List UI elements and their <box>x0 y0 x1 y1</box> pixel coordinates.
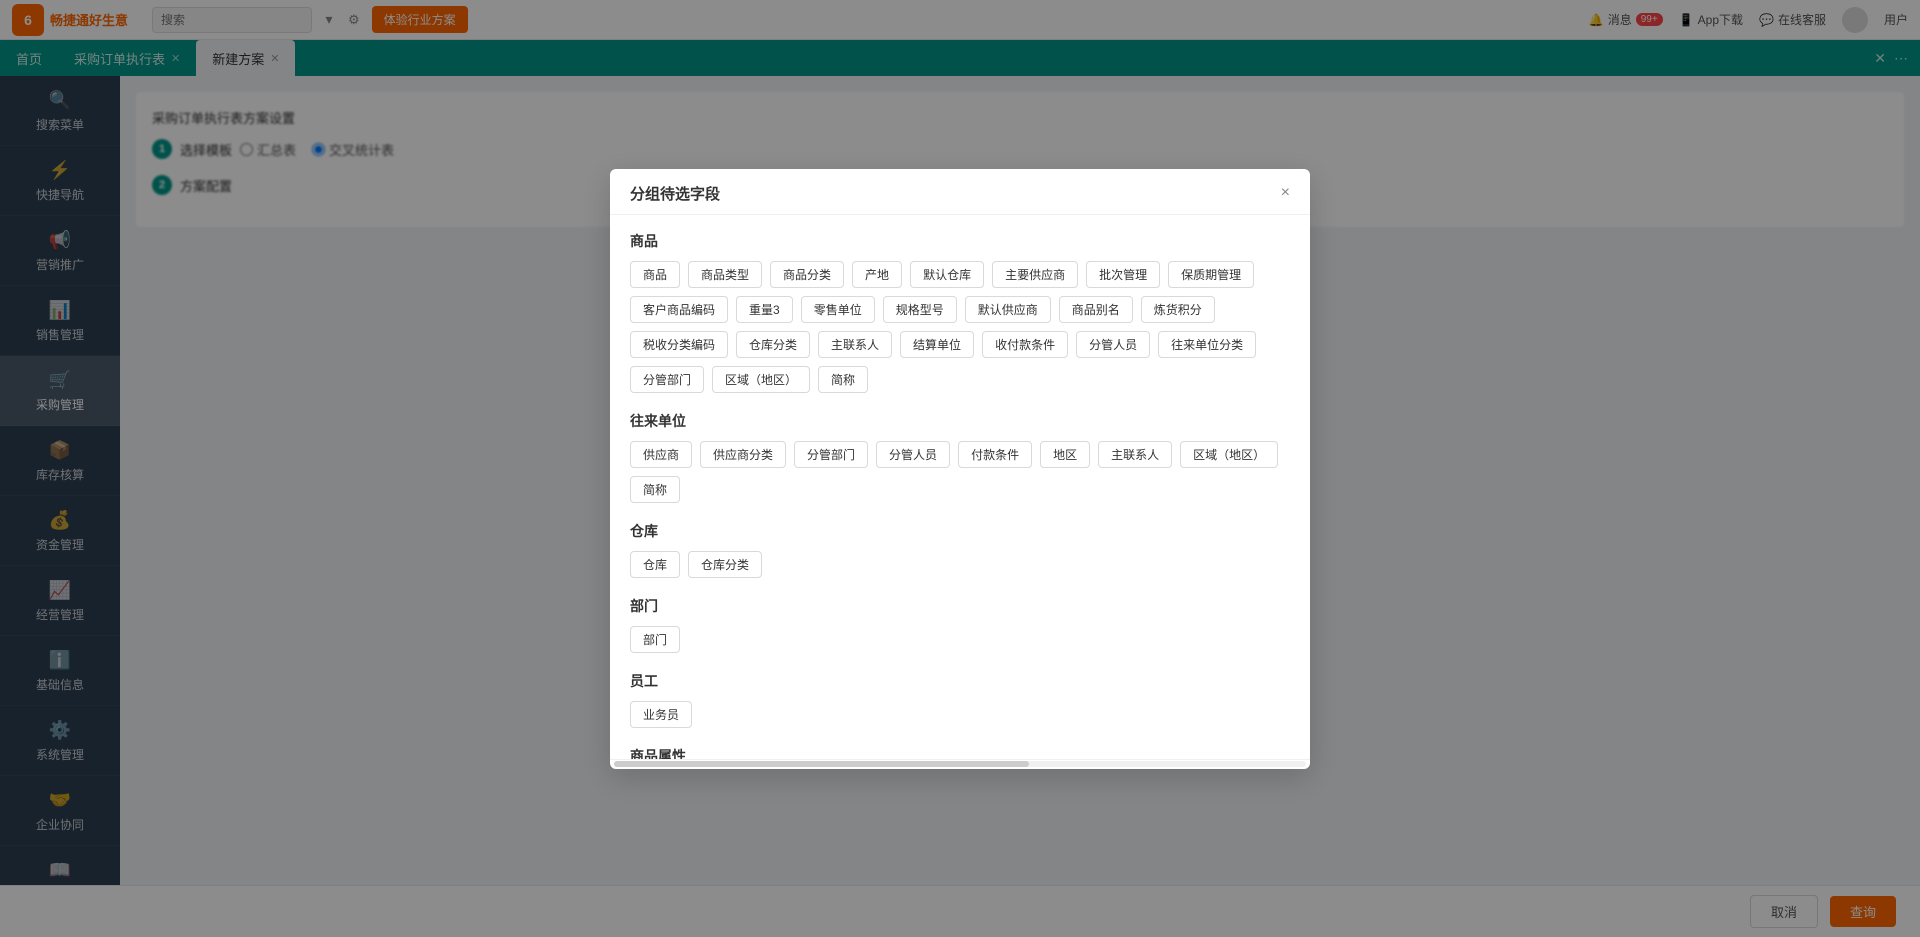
modal-horizontal-scrollbar[interactable] <box>610 759 1310 769</box>
scrollbar-thumb <box>614 761 1029 767</box>
section-product-title: 商品 <box>630 231 1290 251</box>
section-partner: 往来单位 供应商 供应商分类 分管部门 分管人员 付款条件 地区 主联系人 区域… <box>630 411 1290 503</box>
field-tag-partner-contact[interactable]: 主联系人 <box>1098 441 1172 468</box>
modal-title: 分组待选字段 <box>630 183 720 204</box>
field-tag-department[interactable]: 部门 <box>630 626 680 653</box>
modal-header: 分组待选字段 × <box>610 169 1310 215</box>
field-tag-region[interactable]: 区域（地区） <box>712 366 810 393</box>
field-tag-product[interactable]: 商品 <box>630 261 680 288</box>
field-tag-main-supplier[interactable]: 主要供应商 <box>992 261 1078 288</box>
field-tag-customer-code[interactable]: 客户商品编码 <box>630 296 728 323</box>
field-tag-abbr[interactable]: 简称 <box>818 366 868 393</box>
field-tag-origin[interactable]: 产地 <box>852 261 902 288</box>
field-tag-salesperson[interactable]: 业务员 <box>630 701 692 728</box>
field-tag-default-supplier[interactable]: 默认供应商 <box>965 296 1051 323</box>
field-tag-partner-abbr[interactable]: 简称 <box>630 476 680 503</box>
section-partner-tags: 供应商 供应商分类 分管部门 分管人员 付款条件 地区 主联系人 区域（地区） … <box>630 441 1290 503</box>
section-department: 部门 部门 <box>630 596 1290 653</box>
section-warehouse-title: 仓库 <box>630 521 1290 541</box>
field-tag-payment-cond[interactable]: 付款条件 <box>958 441 1032 468</box>
field-tag-payment-terms[interactable]: 收付款条件 <box>982 331 1068 358</box>
section-employee: 员工 业务员 <box>630 671 1290 728</box>
modal-body: 商品 商品 商品类型 商品分类 产地 默认仓库 主要供应商 批次管理 保质期管理… <box>610 215 1310 759</box>
content-area: 采购订单执行表方案设置 1 选择模板 汇总表 交叉统计表 <box>120 76 1920 937</box>
field-tag-wh[interactable]: 仓库 <box>630 551 680 578</box>
section-product-attr: 商品属性 属性 颜色 多规格 尺码 鞋码 1 <box>630 746 1290 759</box>
section-product: 商品 商品 商品类型 商品分类 产地 默认仓库 主要供应商 批次管理 保质期管理… <box>630 231 1290 393</box>
field-tag-batch-mgmt[interactable]: 批次管理 <box>1086 261 1160 288</box>
field-tag-settlement-unit[interactable]: 结算单位 <box>900 331 974 358</box>
section-department-tags: 部门 <box>630 626 1290 653</box>
field-tag-supplier-category[interactable]: 供应商分类 <box>700 441 786 468</box>
field-tag-partner-region[interactable]: 区域（地区） <box>1180 441 1278 468</box>
section-product-tags: 商品 商品类型 商品分类 产地 默认仓库 主要供应商 批次管理 保质期管理 客户… <box>630 261 1290 393</box>
field-tag-main-contact[interactable]: 主联系人 <box>818 331 892 358</box>
section-partner-title: 往来单位 <box>630 411 1290 431</box>
field-tag-product-type[interactable]: 商品类型 <box>688 261 762 288</box>
field-tag-warehouse-category[interactable]: 仓库分类 <box>736 331 810 358</box>
modal-overlay[interactable]: 分组待选字段 × 商品 商品 商品类型 商品分类 产地 默认仓库 主要供应商 <box>120 76 1920 937</box>
field-tag-partner-dept[interactable]: 分管部门 <box>794 441 868 468</box>
field-tag-supplier[interactable]: 供应商 <box>630 441 692 468</box>
section-employee-tags: 业务员 <box>630 701 1290 728</box>
field-tag-area[interactable]: 地区 <box>1040 441 1090 468</box>
section-department-title: 部门 <box>630 596 1290 616</box>
field-tag-spec[interactable]: 规格型号 <box>883 296 957 323</box>
field-tag-partner-manager[interactable]: 分管人员 <box>876 441 950 468</box>
field-tag-product-category[interactable]: 商品分类 <box>770 261 844 288</box>
modal-close-button[interactable]: × <box>1281 185 1290 201</box>
section-employee-title: 员工 <box>630 671 1290 691</box>
field-tag-tax-code[interactable]: 税收分类编码 <box>630 331 728 358</box>
section-warehouse-tags: 仓库 仓库分类 <box>630 551 1290 578</box>
field-tag-points[interactable]: 炼货积分 <box>1141 296 1215 323</box>
field-tag-default-warehouse[interactable]: 默认仓库 <box>910 261 984 288</box>
field-tag-retail-unit[interactable]: 零售单位 <box>801 296 875 323</box>
field-tag-weight3[interactable]: 重量3 <box>736 296 793 323</box>
field-tag-partner-category[interactable]: 往来单位分类 <box>1158 331 1256 358</box>
field-tag-wh-category[interactable]: 仓库分类 <box>688 551 762 578</box>
section-product-attr-title: 商品属性 <box>630 746 1290 759</box>
main-layout: 🔍 搜索菜单 ⚡ 快捷导航 📢 营销推广 📊 销售管理 🛒 采购管理 📦 库存核… <box>0 76 1920 937</box>
section-warehouse: 仓库 仓库 仓库分类 <box>630 521 1290 578</box>
modal-dialog: 分组待选字段 × 商品 商品 商品类型 商品分类 产地 默认仓库 主要供应商 <box>610 169 1310 769</box>
field-tag-manager[interactable]: 分管人员 <box>1076 331 1150 358</box>
scrollbar-track <box>614 761 1306 767</box>
field-tag-shelf-life[interactable]: 保质期管理 <box>1168 261 1254 288</box>
field-tag-product-alias[interactable]: 商品别名 <box>1059 296 1133 323</box>
field-tag-dept[interactable]: 分管部门 <box>630 366 704 393</box>
